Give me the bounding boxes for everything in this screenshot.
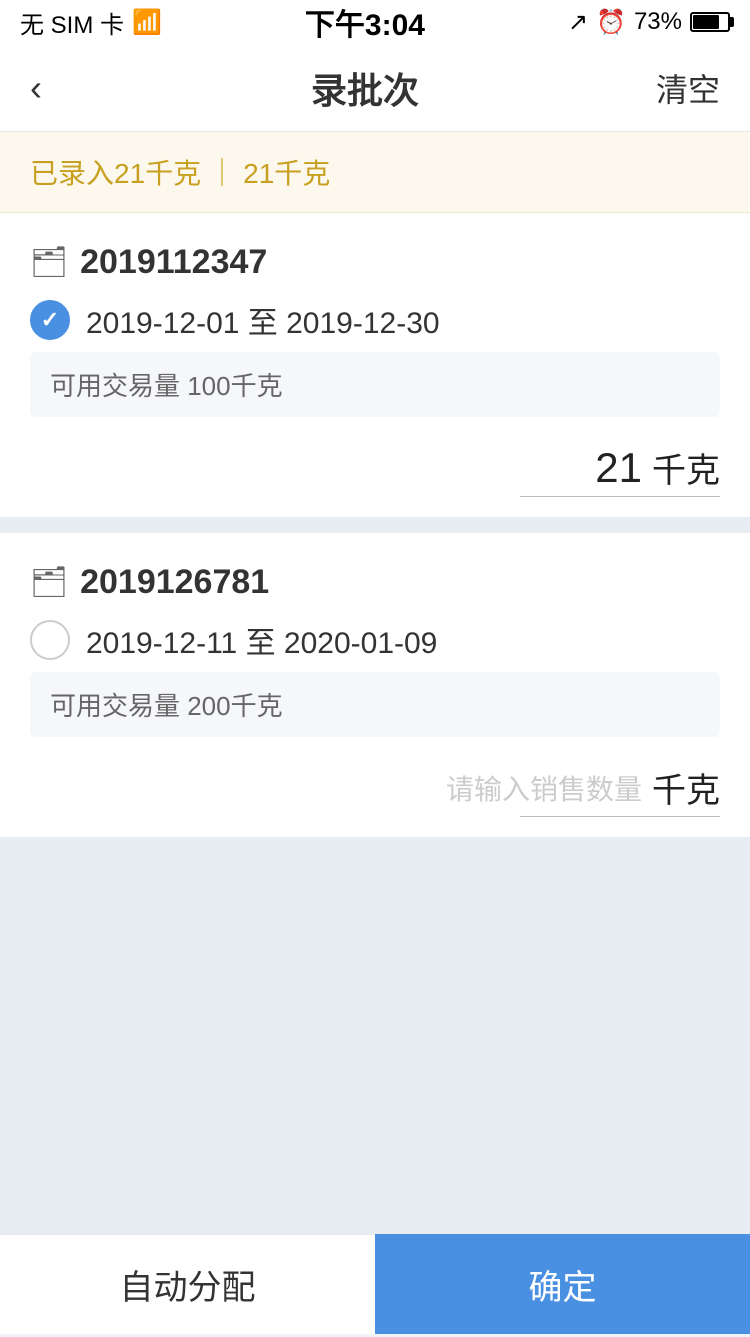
wifi-icon: 📶 xyxy=(132,8,162,37)
batch-card-2: 🗂 2019126781 2019-12-11 至 2020-01-09 可用交… xyxy=(0,533,750,837)
batch-1-underline xyxy=(0,496,750,517)
empty-area xyxy=(0,837,750,1237)
nav-bar: ‹ 录批次 清空 xyxy=(0,44,750,132)
recorded-value: 21千克 xyxy=(243,152,330,192)
auto-distribute-button[interactable]: 自动分配 xyxy=(0,1234,375,1334)
bottom-bar: 自动分配 确定 xyxy=(0,1234,750,1334)
batch-1-header: 🗂 2019112347 xyxy=(0,213,750,292)
batch-card-1: 🗂 2019112347 2019-12-01 至 2019-12-30 可用交… xyxy=(0,213,750,517)
batch-2-underline xyxy=(0,816,750,837)
batch-2-checkbox[interactable] xyxy=(30,620,70,660)
back-button[interactable]: ‹ xyxy=(30,67,90,109)
batch-2-id: 2019126781 xyxy=(80,563,269,602)
batch-1-qty-number: 21 xyxy=(595,444,642,492)
batch-1-checkbox[interactable] xyxy=(30,300,70,340)
battery-text: 73% xyxy=(634,8,682,36)
status-left: 无 SIM 卡 📶 xyxy=(20,5,162,40)
status-banner: 已录入21千克 21千克 xyxy=(0,132,750,213)
batch-1-icon: 🗂 xyxy=(30,245,68,280)
batch-1-available: 可用交易量 100千克 xyxy=(30,352,720,417)
location-icon: ↗ xyxy=(568,8,588,37)
status-right: ↗ ⏰ 73% xyxy=(568,8,730,37)
alarm-icon: ⏰ xyxy=(596,8,626,37)
batch-1-qty-row: 21 千克 xyxy=(0,433,750,496)
status-time: 下午3:04 xyxy=(305,0,425,44)
recorded-label: 已录入21千克 xyxy=(30,152,201,192)
page-title: 录批次 xyxy=(90,62,640,114)
batch-1-id: 2019112347 xyxy=(80,243,267,282)
battery-icon xyxy=(690,12,730,32)
batch-2-input-placeholder: 请输入销售数量 xyxy=(446,768,642,808)
content-wrap: 🗂 2019112347 2019-12-01 至 2019-12-30 可用交… xyxy=(0,213,750,1337)
batch-2-header: 🗂 2019126781 xyxy=(0,533,750,612)
batch-2-icon: 🗂 xyxy=(30,565,68,600)
batch-1-date: 2019-12-01 至 2019-12-30 xyxy=(86,298,440,342)
batch-2-input-unit: 千克 xyxy=(652,763,720,812)
status-bar: 无 SIM 卡 📶 下午3:04 ↗ ⏰ 73% xyxy=(0,0,750,44)
batch-1-qty-unit: 千克 xyxy=(652,443,720,492)
batch-2-input-row: 请输入销售数量 千克 xyxy=(0,753,750,816)
clear-button[interactable]: 清空 xyxy=(640,65,720,111)
banner-divider xyxy=(221,158,223,186)
section-divider xyxy=(0,517,750,533)
batch-2-available: 可用交易量 200千克 xyxy=(30,672,720,737)
batch-2-date-row: 2019-12-11 至 2020-01-09 xyxy=(0,612,750,672)
no-sim-text: 无 SIM 卡 xyxy=(20,5,124,40)
batch-1-date-row: 2019-12-01 至 2019-12-30 xyxy=(0,292,750,352)
confirm-button[interactable]: 确定 xyxy=(375,1234,750,1334)
batch-2-date: 2019-12-11 至 2020-01-09 xyxy=(86,618,437,662)
